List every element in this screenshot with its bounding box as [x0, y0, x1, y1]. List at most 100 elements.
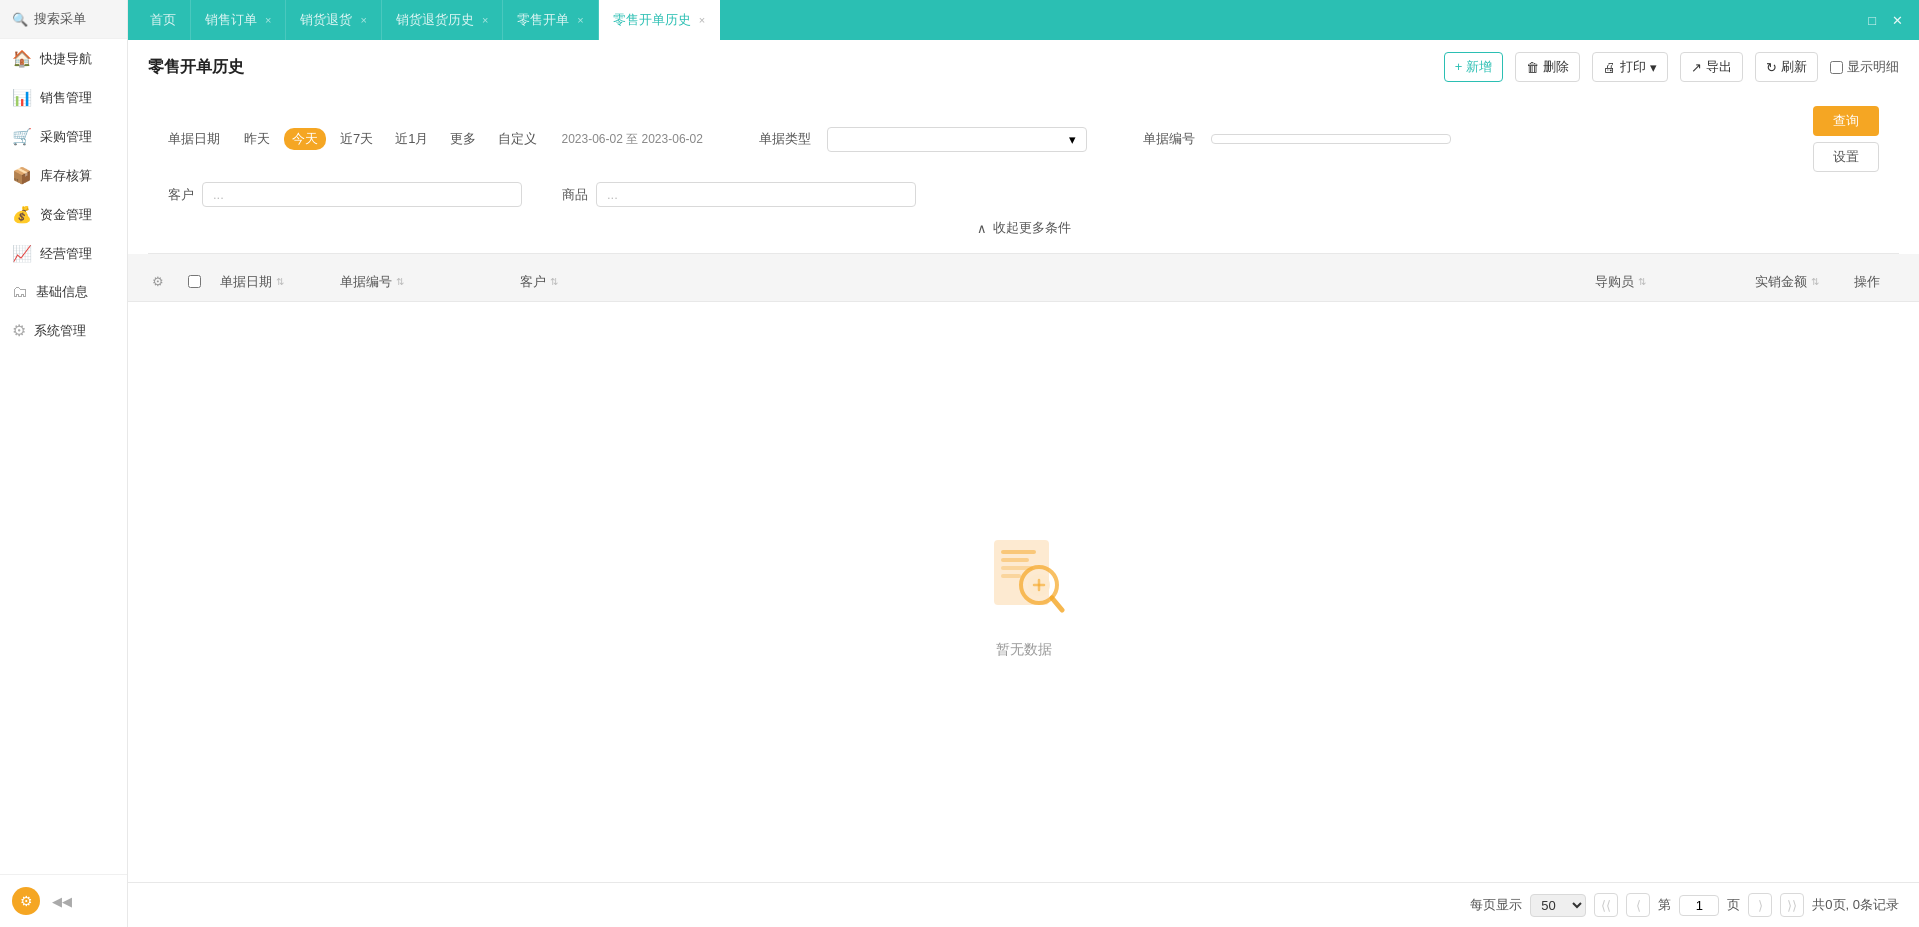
th-number[interactable]: 单据编号 ⇅: [332, 273, 512, 291]
export-button[interactable]: ↗ 导出: [1680, 52, 1743, 82]
tab-close-sales-return[interactable]: ×: [360, 14, 366, 26]
th-action: 操作: [1827, 273, 1907, 291]
filter-row-1: 单据日期 昨天今天近7天近1月更多自定义 2023-06-02 至 2023-0…: [168, 106, 1879, 172]
empty-illustration: [974, 525, 1074, 625]
date-filter-label: 单据日期: [168, 130, 220, 148]
refresh-button[interactable]: ↻ 刷新: [1755, 52, 1818, 82]
date-opt-近1月[interactable]: 近1月: [387, 128, 436, 150]
date-opt-昨天[interactable]: 昨天: [236, 128, 278, 150]
svg-rect-1: [1001, 550, 1036, 554]
tab-retail-open[interactable]: 零售开单×: [503, 0, 598, 40]
sidebar-item-kuaijie[interactable]: 🏠快捷导航: [0, 39, 127, 78]
table-header: ⚙ 单据日期 ⇅ 单据编号 ⇅ 客户 ⇅ 导购员 ⇅: [128, 262, 1919, 302]
page-input[interactable]: [1679, 895, 1719, 916]
tab-retail-history[interactable]: 零售开单历史 ×: [599, 0, 720, 40]
sidebar-item-xiaoshou[interactable]: 📊销售管理: [0, 78, 127, 117]
window-close-btn[interactable]: ✕: [1892, 13, 1903, 28]
sidebar-search-label: 搜索采单: [34, 10, 86, 28]
next-page-btn[interactable]: ⟩: [1748, 893, 1772, 917]
customer-label: 客户: [168, 186, 194, 204]
sidebar-item-zijin[interactable]: 💰资金管理: [0, 195, 127, 234]
tab-close-retail-open[interactable]: ×: [577, 14, 583, 26]
export-icon: ↗: [1691, 60, 1702, 75]
nav-icon-jichu: 🗂: [12, 283, 28, 301]
sort-customer-icon: ⇅: [550, 276, 558, 287]
nav-label-jichu: 基础信息: [36, 283, 88, 301]
date-opt-今天[interactable]: 今天: [284, 128, 326, 150]
tab-label-retail-history: 零售开单历史: [613, 11, 691, 29]
tab-close-retail-history[interactable]: ×: [699, 14, 705, 26]
tab-home[interactable]: 首页: [136, 0, 191, 40]
column-settings-icon[interactable]: ⚙: [140, 274, 176, 289]
tab-sales-return[interactable]: 销货退货 ×: [286, 0, 381, 40]
date-range-text: 2023-06-02 至 2023-06-02: [561, 131, 702, 148]
customer-input[interactable]: ...: [202, 182, 522, 207]
add-button[interactable]: + 新增: [1444, 52, 1503, 82]
filter-area: 单据日期 昨天今天近7天近1月更多自定义 2023-06-02 至 2023-0…: [148, 94, 1899, 254]
nav-icon-jingying: 📈: [12, 244, 32, 263]
sidebar-item-kucun[interactable]: 📦库存核算: [0, 156, 127, 195]
sidebar-item-jingying[interactable]: 📈经营管理: [0, 234, 127, 273]
total-info: 共0页, 0条记录: [1812, 896, 1899, 914]
tab-close-sales-return-history[interactable]: ×: [482, 14, 488, 26]
tab-label-sales-return: 销货退货: [300, 11, 352, 29]
print-icon: 🖨: [1603, 60, 1616, 75]
type-select[interactable]: ▾: [827, 127, 1087, 152]
tab-sales-order[interactable]: 销售订单×: [191, 0, 286, 40]
nav-label-caigou: 采购管理: [40, 128, 92, 146]
search-icon: 🔍: [12, 12, 28, 27]
tab-sales-return-history[interactable]: 销货退货历史×: [382, 0, 503, 40]
svg-rect-2: [1001, 558, 1029, 562]
filter-actions: 查询 设置: [1813, 106, 1879, 172]
delete-button[interactable]: 🗑 删除: [1515, 52, 1580, 82]
th-amount[interactable]: 实销金额 ⇅: [1707, 273, 1827, 291]
number-filter-label: 单据编号: [1143, 130, 1195, 148]
nav-icon-kucun: 📦: [12, 166, 32, 185]
print-button[interactable]: 🖨 打印 ▾: [1592, 52, 1668, 82]
sidebar-item-xitong[interactable]: ⚙系统管理: [0, 311, 127, 350]
date-options: 昨天今天近7天近1月更多自定义: [236, 128, 545, 150]
sidebar: 🔍 搜索采单 🏠快捷导航📊销售管理 🛒 采购管理 📦库存核算💰资金管理📈经营管理 🗂 基础…: [0, 0, 128, 927]
settings-icon-btn[interactable]: ⚙: [12, 887, 40, 915]
first-page-btn[interactable]: ⟨⟨: [1594, 893, 1618, 917]
refresh-icon: ↻: [1766, 60, 1777, 75]
delete-icon: 🗑: [1526, 60, 1539, 75]
sort-guide-icon: ⇅: [1638, 276, 1646, 287]
goods-placeholder: ...: [607, 187, 618, 202]
th-guide[interactable]: 导购员 ⇅: [1587, 273, 1707, 291]
toolbar: + 新增 🗑 删除 🖨 打印 ▾ ↗ 导出 ↻: [1444, 52, 1899, 82]
date-opt-更多[interactable]: 更多: [442, 128, 484, 150]
per-page-select[interactable]: 50 100 200: [1530, 894, 1586, 917]
th-date[interactable]: 单据日期 ⇅: [212, 273, 332, 291]
sidebar-search[interactable]: 🔍 搜索采单: [0, 0, 127, 39]
sidebar-item-jichu[interactable]: 🗂 基础信息: [0, 273, 127, 311]
print-dropdown-icon: ▾: [1650, 60, 1657, 75]
sidebar-collapse-button[interactable]: ◀◀: [48, 887, 76, 915]
svg-rect-4: [1001, 574, 1021, 578]
chevron-up-icon: ∧: [977, 221, 987, 236]
page-word: 第: [1658, 896, 1671, 914]
number-input[interactable]: [1211, 134, 1451, 144]
filter-settings-button[interactable]: 设置: [1813, 142, 1879, 172]
sidebar-item-caigou[interactable]: 🛒 采购管理: [0, 117, 127, 156]
query-button[interactable]: 查询: [1813, 106, 1879, 136]
collapse-filter-button[interactable]: ∧ 收起更多条件: [168, 215, 1879, 241]
display-toggle[interactable]: 显示明细: [1830, 58, 1899, 76]
customer-filter-field: 客户 ...: [168, 182, 522, 207]
th-checkbox[interactable]: [176, 275, 212, 288]
th-customer[interactable]: 客户 ⇅: [512, 273, 1587, 291]
svg-line-7: [1052, 598, 1062, 610]
goods-input[interactable]: ...: [596, 182, 916, 207]
prev-page-btn[interactable]: ⟨: [1626, 893, 1650, 917]
last-page-btn[interactable]: ⟩⟩: [1780, 893, 1804, 917]
date-opt-自定义[interactable]: 自定义: [490, 128, 545, 150]
date-opt-近7天[interactable]: 近7天: [332, 128, 381, 150]
select-all-checkbox[interactable]: [188, 275, 201, 288]
tab-bar: 首页销售订单×销货退货×销货退货历史×零售开单×零售开单历史× □ ✕: [128, 0, 1919, 40]
tab-list: 首页销售订单×销货退货×销货退货历史×零售开单×零售开单历史×: [136, 0, 720, 40]
nav-icon-caigou: 🛒: [12, 127, 32, 146]
window-restore-btn[interactable]: □: [1868, 13, 1876, 28]
display-checkbox[interactable]: [1830, 61, 1843, 74]
tab-close-sales-order[interactable]: ×: [265, 14, 271, 26]
per-page-label: 每页显示: [1470, 896, 1522, 914]
